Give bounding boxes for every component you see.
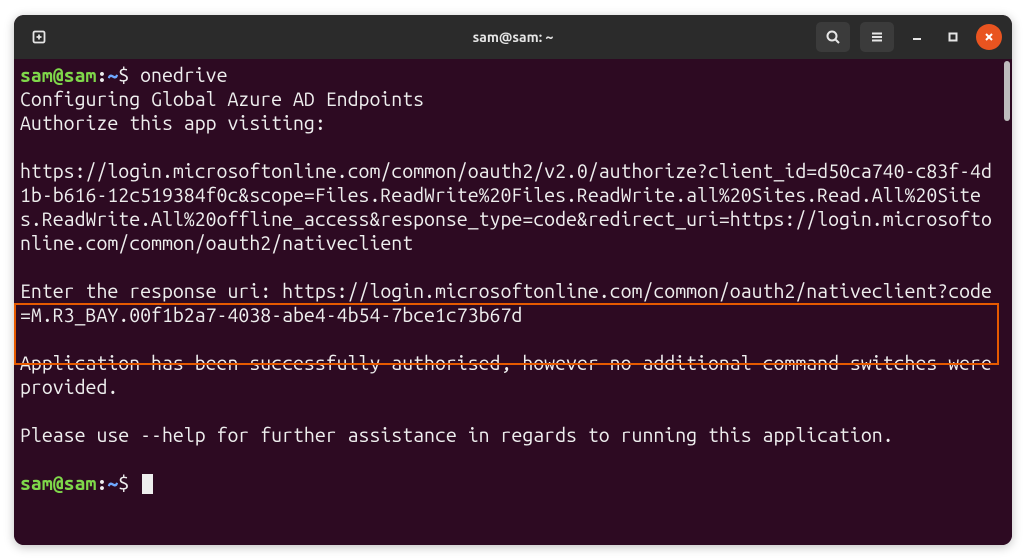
hamburger-menu-button[interactable] (860, 22, 894, 52)
output-help: Please use --help for further assistance… (20, 424, 894, 446)
prompt-dollar-2: $ (118, 472, 129, 494)
prompt-path-2: ~ (107, 472, 118, 494)
prompt-colon-2: : (96, 472, 107, 494)
scrollbar-thumb[interactable] (1004, 61, 1010, 121)
prompt-line-2: sam@sam:~$ (20, 472, 129, 494)
prompt-dollar: $ (118, 64, 129, 86)
output-response-uri: Enter the response uri: https://login.mi… (20, 280, 992, 326)
maximize-button[interactable] (940, 24, 966, 50)
cmd-empty (129, 472, 140, 494)
prompt-colon: : (96, 64, 107, 86)
cmd-onedrive: onedrive (129, 64, 227, 86)
minimize-button[interactable] (904, 24, 930, 50)
search-button[interactable] (816, 22, 850, 52)
titlebar-right (816, 22, 1012, 52)
terminal-output[interactable]: sam@sam:~$ onedrive Configuring Global A… (14, 59, 1002, 545)
prompt-line-1: sam@sam:~$ (20, 64, 129, 86)
output-authorised: Application has been successfully author… (20, 352, 1003, 398)
prompt-user-host-2: sam@sam (20, 472, 96, 494)
titlebar-left (14, 22, 54, 52)
terminal-area[interactable]: sam@sam:~$ onedrive Configuring Global A… (14, 59, 1012, 545)
close-button[interactable] (976, 24, 1002, 50)
new-tab-button[interactable] (24, 22, 54, 52)
cursor (142, 474, 153, 494)
output-line-authorize: Authorize this app visiting: (20, 112, 326, 134)
prompt-path: ~ (107, 64, 118, 86)
output-auth-url: https://login.microsoftonline.com/common… (20, 160, 992, 254)
scrollbar[interactable] (1002, 59, 1012, 545)
prompt-user-host: sam@sam (20, 64, 96, 86)
titlebar: sam@sam: ~ (14, 15, 1012, 59)
terminal-window: sam@sam: ~ sam@sam:~$ onedrive Configuri… (14, 15, 1012, 545)
output-line-config: Configuring Global Azure AD Endpoints (20, 88, 424, 110)
